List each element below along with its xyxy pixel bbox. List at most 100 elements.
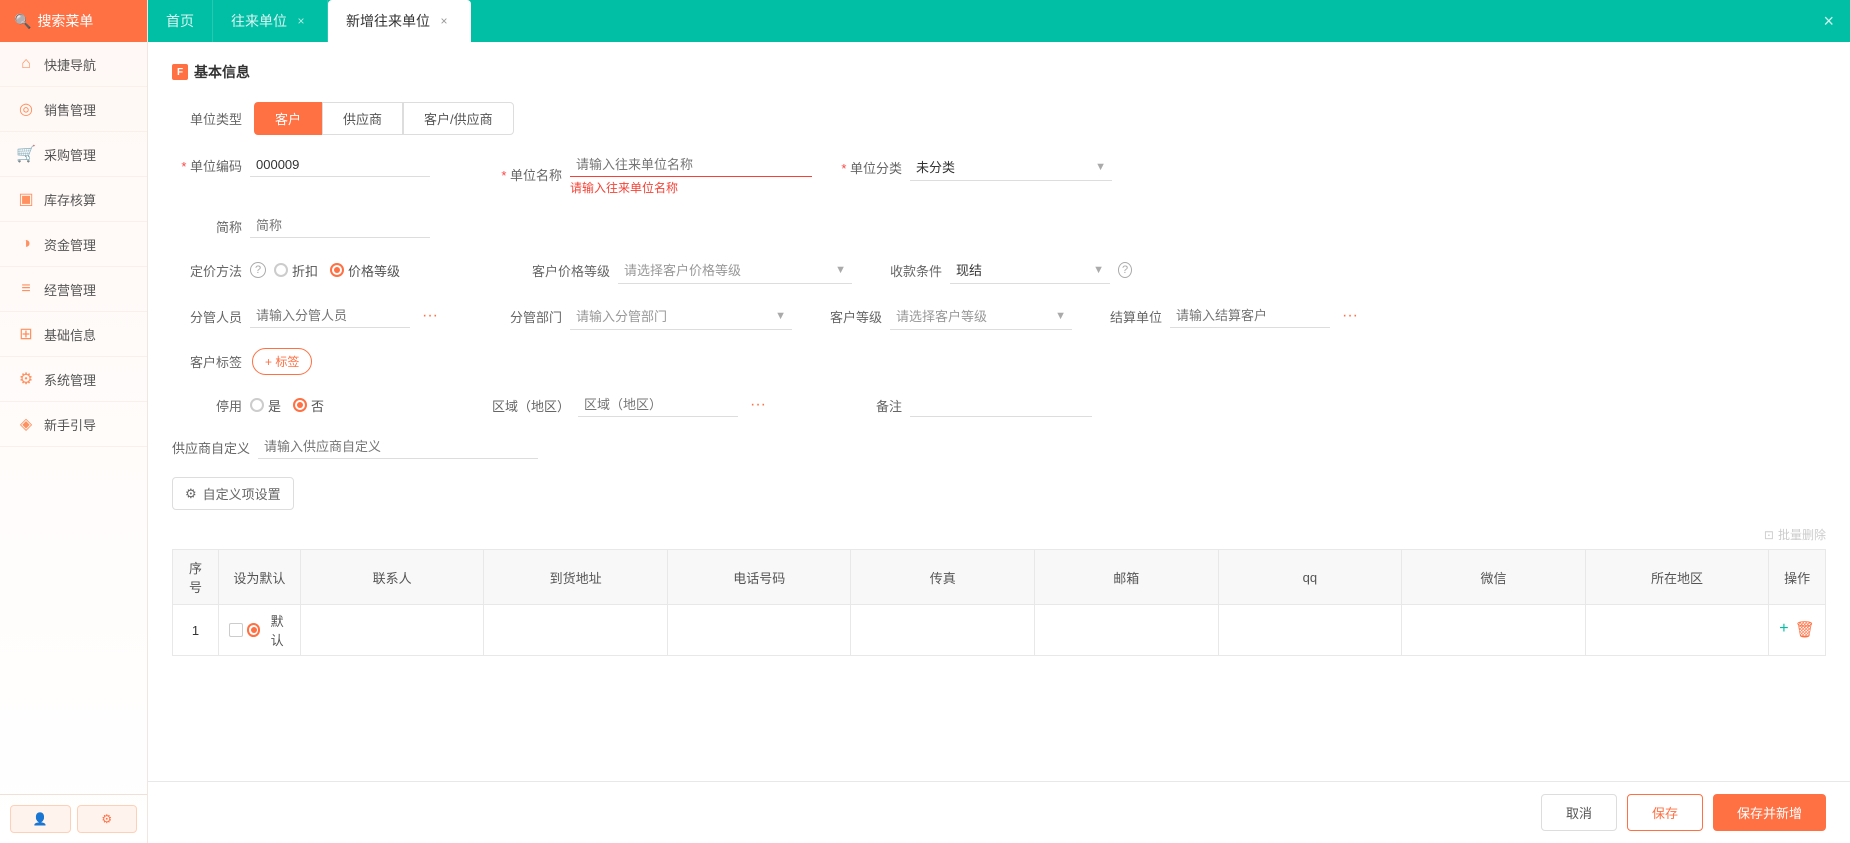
sidebar-item-new-guide[interactable]: ◈ 新手引导 [0,402,147,447]
cell-email[interactable] [1035,605,1219,656]
customer-level-label: 客户等级 [812,307,882,326]
unit-category-select[interactable]: 未分类 ▼ [910,153,1112,181]
pricing-discount-radio[interactable]: 折扣 [274,261,318,280]
cell-region[interactable] [1585,605,1769,656]
disabled-yes-radio[interactable]: 是 [250,396,281,415]
short-name-input[interactable] [250,214,430,238]
cell-qq[interactable] [1218,605,1402,656]
cell-contact[interactable] [300,605,484,656]
sidebar-user-btn[interactable]: 👤 [10,805,71,833]
table-header-row: 序号 设为默认 联系人 到货地址 电话号码 传真 邮箱 qq 微信 所在地区 操… [173,550,1826,605]
sales-icon: ◎ [16,99,36,119]
save-button[interactable]: 保存 [1627,794,1703,831]
short-name-label: 简称 [172,217,242,236]
type-btn-customer[interactable]: 客户 [254,102,322,135]
sidebar-item-operations[interactable]: ≡ 经营管理 [0,267,147,312]
finance-icon: ◑ [16,234,36,254]
cell-index: 1 [173,605,219,656]
payment-terms-group: 收款条件 现结 ▼ ? [872,256,1132,284]
cell-phone[interactable] [667,605,851,656]
tab-new-counterparty-close[interactable]: × [436,13,452,29]
cancel-button[interactable]: 取消 [1541,794,1617,831]
cell-wechat[interactable] [1402,605,1586,656]
disabled-no-label: 否 [311,396,324,415]
type-btn-supplier[interactable]: 供应商 [322,102,403,135]
pricing-method-label: 定价方法 [172,261,242,280]
manager-dots-btn[interactable]: ··· [418,307,442,325]
sidebar-item-label: 快捷导航 [44,55,96,74]
customer-price-level-select[interactable]: 请选择客户价格等级 ▼ [618,256,852,284]
unit-name-input[interactable] [570,153,812,177]
sidebar-item-inventory[interactable]: ▣ 库存核算 [0,177,147,222]
sidebar-search-label: 搜索菜单 [37,11,93,31]
row-del-btn[interactable]: 🗑 [1795,620,1815,640]
customer-tags-label: 客户标签 [172,352,242,371]
customer-price-level-label: 客户价格等级 [532,261,610,280]
sidebar-settings-btn[interactable]: ⚙ [77,805,138,833]
unit-code-input[interactable]: 000009 [250,153,430,177]
custom-settings-label: 自定义项设置 [203,484,281,503]
region-dots-btn[interactable]: ··· [746,396,770,414]
customer-price-level-arrow: ▼ [835,264,846,276]
sidebar-bottom: 👤 ⚙ [0,794,147,843]
inventory-icon: ▣ [16,189,36,209]
sidebar-item-label: 经营管理 [44,280,96,299]
settlement-unit-dots-btn[interactable]: ··· [1338,307,1362,325]
batch-delete-icon: ⊡ [1764,528,1774,542]
customer-level-select[interactable]: 请选择客户等级 ▼ [890,302,1072,330]
row-checkbox[interactable] [229,623,243,637]
pricing-help-icon[interactable]: ? [250,262,266,278]
col-qq: qq [1218,550,1402,605]
manager-input[interactable] [250,304,410,328]
table-row: 1 默认 [173,605,1826,656]
save-and-add-button[interactable]: 保存并新增 [1713,794,1826,831]
col-wechat: 微信 [1402,550,1586,605]
cell-address[interactable] [484,605,668,656]
main-content: 首页 往来单位 × 新增往来单位 × × F 基本信息 单位类型 客户 供应商 … [148,0,1850,843]
payment-terms-help-icon[interactable]: ? [1118,262,1132,278]
tab-home[interactable]: 首页 [148,0,213,42]
custom-settings-btn[interactable]: ⚙ 自定义项设置 [172,477,294,510]
operations-icon: ≡ [16,279,36,299]
row-add-btn[interactable]: + [1779,620,1788,640]
unit-category-value: 未分类 [916,157,1091,176]
pricing-method-group: 定价方法 ? 折扣 价格等级 [172,261,512,280]
cell-fax[interactable] [851,605,1035,656]
sidebar-item-system[interactable]: ⚙ 系统管理 [0,357,147,402]
window-close-btn[interactable]: × [1807,11,1850,32]
type-btn-both[interactable]: 客户/供应商 [403,102,514,135]
sidebar-item-basic-info[interactable]: ⊞ 基础信息 [0,312,147,357]
sidebar-item-finance[interactable]: ◑ 资金管理 [0,222,147,267]
disabled-label: 停用 [172,396,242,415]
sidebar-item-label: 采购管理 [44,145,96,164]
col-region: 所在地区 [1585,550,1769,605]
remarks-input[interactable] [910,393,1092,417]
tab-counterparty[interactable]: 往来单位 × [213,0,328,42]
region-input[interactable] [578,393,738,417]
sidebar-item-purchase[interactable]: 🛒 采购管理 [0,132,147,177]
department-select[interactable]: 请输入分管部门 ▼ [570,302,792,330]
payment-terms-select[interactable]: 现结 ▼ [950,256,1110,284]
tab-counterparty-close[interactable]: × [293,13,309,29]
disabled-no-radio[interactable]: 否 [293,396,324,415]
pricing-level-radio[interactable]: 价格等级 [330,261,400,280]
col-phone: 电话号码 [667,550,851,605]
add-tag-btn[interactable]: + 标签 [252,348,312,375]
customer-level-group: 客户等级 请选择客户等级 ▼ [812,302,1072,330]
add-tag-label: + 标签 [265,353,299,370]
settlement-unit-label: 结算单位 [1092,307,1162,326]
sidebar-item-quick-nav[interactable]: ⌂ 快捷导航 [0,42,147,87]
pricing-level-label: 价格等级 [348,261,400,280]
tab-new-counterparty[interactable]: 新增往来单位 × [328,0,471,42]
customer-price-level-group: 客户价格等级 请选择客户价格等级 ▼ [532,256,852,284]
unit-code-group: 单位编码 000009 [172,153,472,177]
pricing-discount-circle [274,263,288,277]
sidebar-search[interactable]: 🔍 搜索菜单 [0,0,147,42]
batch-delete-label[interactable]: 批量删除 [1778,526,1826,543]
supplier-custom-input[interactable] [258,435,538,459]
short-name-group: 简称 [172,214,472,238]
sidebar-item-sales[interactable]: ◎ 销售管理 [0,87,147,132]
section-icon: F [172,64,188,80]
row-default-radio[interactable]: 默认 [247,611,290,649]
settlement-unit-input[interactable] [1170,304,1330,328]
